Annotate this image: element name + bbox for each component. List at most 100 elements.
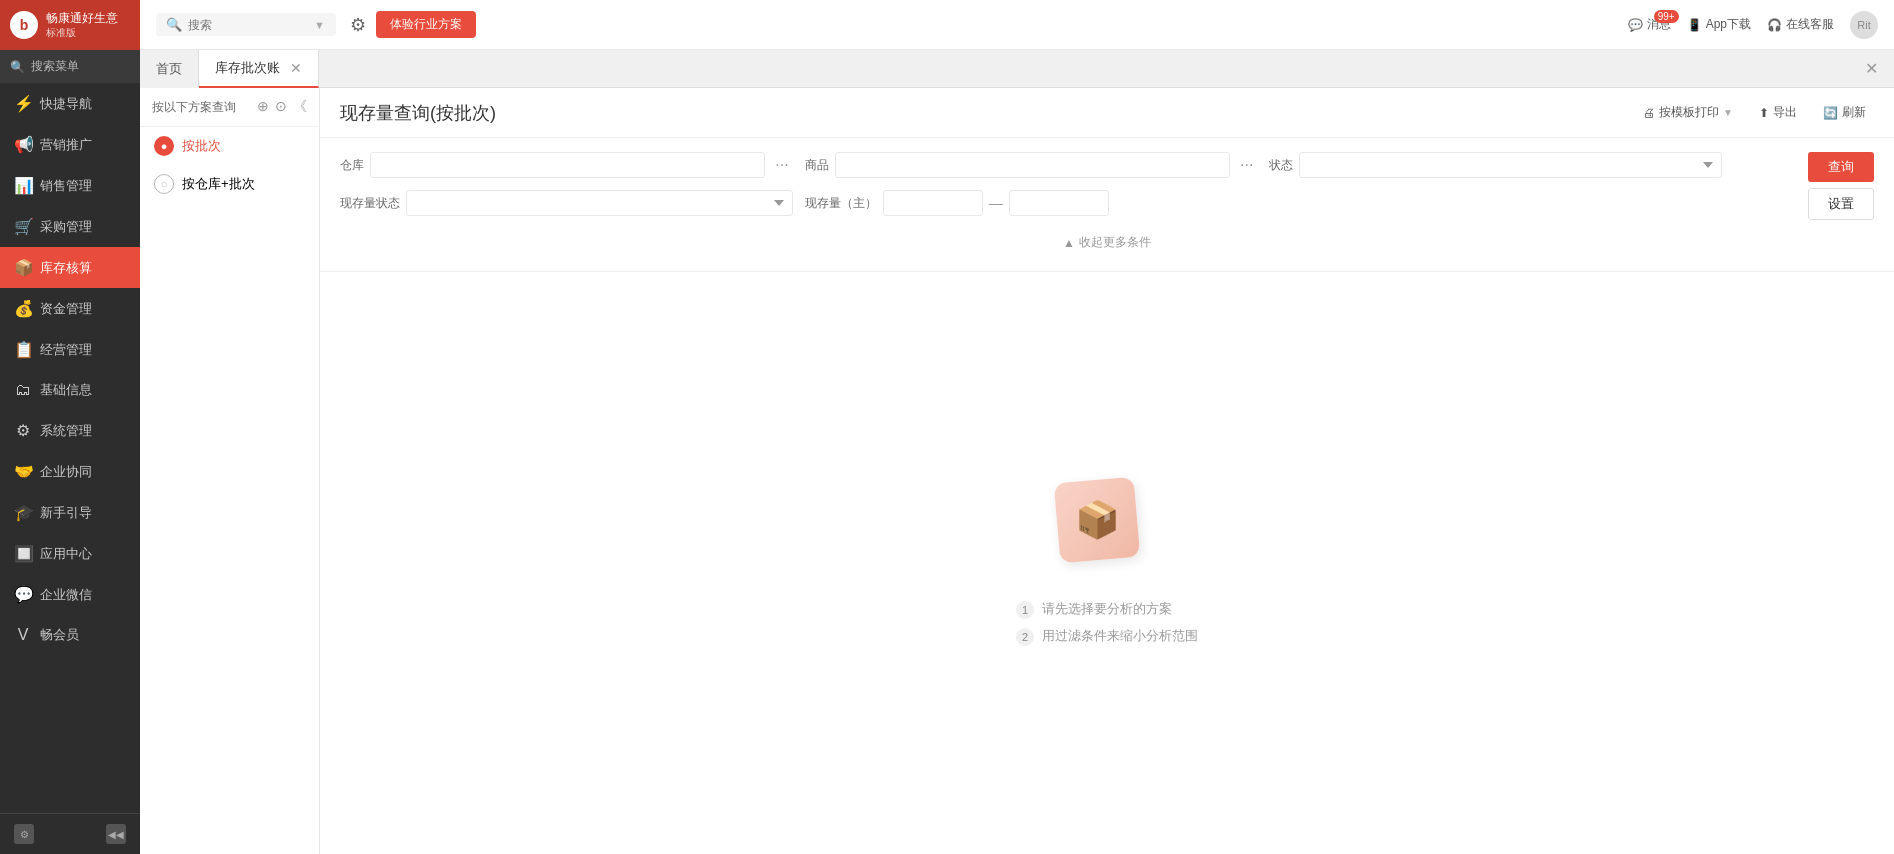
- topbar-search-input[interactable]: [188, 18, 308, 32]
- sidebar-item-apps[interactable]: 🔲应用中心: [0, 533, 140, 574]
- sidebar: b 畅康通好生意 标准版 🔍 搜索菜单 ⚡快捷导航📢营销推广 📊 销售管理 🛒采购管理…: [0, 0, 140, 854]
- close-all-tabs-btn[interactable]: ✕: [1849, 50, 1894, 88]
- topbar-dropdown-icon[interactable]: ▼: [314, 19, 325, 31]
- main-area: 🔍 ▼ ⚙ 体验行业方案 💬 消息 99+ 📱 App下载 🎧 在线客服 Rit: [140, 0, 1894, 854]
- left-panel-icons: ⊕ ⊙ 《: [257, 98, 307, 116]
- query-btn[interactable]: 查询: [1808, 152, 1874, 182]
- tab-label-home: 首页: [156, 60, 182, 78]
- sidebar-item-inventory[interactable]: 📦库存核算: [0, 247, 140, 288]
- collapse-up-icon: ▲: [1063, 236, 1075, 250]
- settings-footer-icon[interactable]: ⚙: [14, 824, 34, 844]
- sidebar-header: b 畅康通好生意 标准版: [0, 0, 140, 50]
- tab-home[interactable]: 首页: [140, 50, 199, 88]
- hint-text-2: 用过滤条件来缩小分析范围: [1042, 627, 1198, 645]
- sidebar-search[interactable]: 🔍 搜索菜单: [0, 50, 140, 83]
- sidebar-item-operations[interactable]: 📋 经营管理: [0, 329, 140, 370]
- nav-icon-sales: 📊: [14, 176, 32, 195]
- filter-row-1: 仓库 ··· 商品 ··· 状态: [340, 152, 1874, 178]
- nav-icon-basics: 🗂: [14, 381, 32, 399]
- product-label: 商品: [805, 157, 829, 174]
- messages-icon: 💬: [1628, 18, 1643, 32]
- filter-status: 状态 正常 停用: [1269, 152, 1722, 178]
- nav-icon-wechat: 💬: [14, 585, 32, 604]
- experience-btn[interactable]: 体验行业方案: [376, 11, 476, 38]
- print-dropdown-icon[interactable]: ▼: [1723, 107, 1733, 118]
- scheme-list: ● 按批次 ○按仓库+批次: [140, 127, 319, 203]
- sidebar-item-purchase[interactable]: 🛒采购管理: [0, 206, 140, 247]
- filter-inventory-main: 现存量（主） —: [805, 190, 1258, 216]
- inventory-main-from[interactable]: [883, 190, 983, 216]
- scheme-label-by-batch: 按批次: [182, 137, 221, 155]
- sidebar-item-vip[interactable]: V畅会员: [0, 615, 140, 655]
- left-panel: 按以下方案查询 ⊕ ⊙ 《 ● 按批次 ○按仓库+批次: [140, 88, 320, 854]
- sidebar-item-sales[interactable]: 📊 销售管理: [0, 165, 140, 206]
- scheme-item-by-warehouse-batch[interactable]: ○按仓库+批次: [140, 165, 319, 203]
- nav-icon-operations: 📋: [14, 340, 32, 359]
- brand-name: 畅康通好生意: [46, 11, 118, 27]
- app-download-btn[interactable]: 📱 App下载: [1687, 16, 1751, 33]
- print-icon: 🖨: [1643, 106, 1655, 120]
- inventory-main-to[interactable]: [1009, 190, 1109, 216]
- collapse-panel-btn[interactable]: 《: [293, 98, 307, 116]
- topbar-settings-icon[interactable]: ⚙: [350, 14, 366, 36]
- warehouse-more-btn[interactable]: ···: [771, 156, 792, 174]
- online-service-btn[interactable]: 🎧 在线客服: [1767, 16, 1834, 33]
- collapse-filter-btn[interactable]: ▲ 收起更多条件: [340, 228, 1874, 257]
- product-input[interactable]: [835, 152, 1230, 178]
- messages-btn[interactable]: 💬 消息 99+: [1628, 16, 1671, 33]
- sidebar-item-marketing[interactable]: 📢营销推广: [0, 124, 140, 165]
- inventory-status-label: 现存量状态: [340, 195, 400, 212]
- sidebar-item-system[interactable]: ⚙系统管理: [0, 410, 140, 451]
- sidebar-item-basics[interactable]: 🗂基础信息: [0, 370, 140, 410]
- tab-inventory-batch[interactable]: 库存批次账✕: [199, 50, 319, 88]
- scheme-dot-by-batch: ●: [154, 136, 174, 156]
- tab-close-inventory-batch[interactable]: ✕: [290, 60, 302, 76]
- sidebar-item-quick-nav[interactable]: ⚡快捷导航: [0, 83, 140, 124]
- nav-label-sales: 销售管理: [40, 177, 92, 195]
- nav-label-marketing: 营销推广: [40, 136, 92, 154]
- export-icon: ⬆: [1759, 106, 1769, 120]
- topbar-right: 💬 消息 99+ 📱 App下载 🎧 在线客服 Rit: [1628, 11, 1878, 39]
- nav-icon-quick-nav: ⚡: [14, 94, 32, 113]
- nav-icon-system: ⚙: [14, 421, 32, 440]
- sidebar-nav: ⚡快捷导航📢营销推广 📊 销售管理 🛒采购管理📦库存核算💰资金管理 📋 经营管理 🗂基础信息…: [0, 83, 140, 813]
- nav-label-operations: 经营管理: [40, 341, 92, 359]
- nav-label-wechat: 企业微信: [40, 586, 92, 604]
- status-select[interactable]: 正常 停用: [1299, 152, 1722, 178]
- sidebar-item-newbie[interactable]: 🎓新手引导: [0, 492, 140, 533]
- topbar-search-icon: 🔍: [166, 17, 182, 32]
- results-area: 📦 1请先选择要分析的方案2用过滤条件来缩小分析范围: [320, 272, 1894, 854]
- search-icon: 🔍: [10, 60, 25, 74]
- content-area: 按以下方案查询 ⊕ ⊙ 《 ●按批次○按仓库+批次 现存量查询(按批次) 🖨: [140, 88, 1894, 854]
- scheme-item-by-batch[interactable]: ● 按批次: [140, 127, 319, 165]
- nav-icon-inventory: 📦: [14, 258, 32, 277]
- add-scheme-btn[interactable]: ⊕: [257, 98, 269, 116]
- export-btn[interactable]: ⬆ 导出: [1751, 100, 1805, 125]
- sidebar-item-enterprise[interactable]: 🤝企业协同: [0, 451, 140, 492]
- empty-hints: 1请先选择要分析的方案2用过滤条件来缩小分析范围: [1016, 600, 1198, 646]
- page-header: 现存量查询(按批次) 🖨 按模板打印 ▼ ⬆ 导出 🔄 刷新: [320, 88, 1894, 138]
- inventory-main-dash: —: [989, 195, 1003, 211]
- online-service-icon: 🎧: [1767, 18, 1782, 32]
- print-template-btn[interactable]: 🖨 按模板打印 ▼: [1635, 100, 1741, 125]
- refresh-btn[interactable]: 🔄 刷新: [1815, 100, 1874, 125]
- inventory-status-select[interactable]: 全部 有库存 负库存: [406, 190, 793, 216]
- nav-label-apps: 应用中心: [40, 545, 92, 563]
- topbar-search-wrap: 🔍 ▼: [156, 13, 336, 36]
- sidebar-item-wechat[interactable]: 💬 企业微信: [0, 574, 140, 615]
- user-name: Rit: [1857, 19, 1870, 31]
- user-profile-btn[interactable]: Rit: [1850, 11, 1878, 39]
- product-more-btn[interactable]: ···: [1236, 156, 1257, 174]
- app-download-icon: 📱: [1687, 18, 1702, 32]
- hint-num-1: 1: [1016, 601, 1034, 619]
- main-content: 现存量查询(按批次) 🖨 按模板打印 ▼ ⬆ 导出 🔄 刷新: [320, 88, 1894, 854]
- collapse-sidebar-btn[interactable]: ◀◀: [106, 824, 126, 844]
- user-avatar: Rit: [1850, 11, 1878, 39]
- scheme-settings-btn[interactable]: ⊙: [275, 98, 287, 116]
- filter-warehouse: 仓库 ···: [340, 152, 793, 178]
- refresh-icon: 🔄: [1823, 106, 1838, 120]
- warehouse-input[interactable]: [370, 152, 765, 178]
- left-panel-header: 按以下方案查询 ⊕ ⊙ 《: [140, 88, 319, 127]
- sidebar-item-finance[interactable]: 💰资金管理: [0, 288, 140, 329]
- settings-btn[interactable]: 设置: [1808, 188, 1874, 220]
